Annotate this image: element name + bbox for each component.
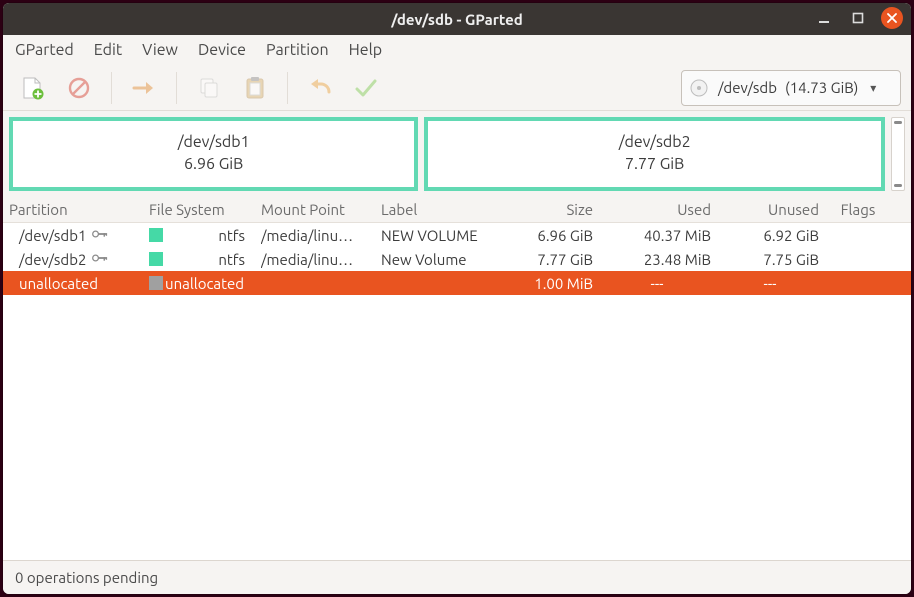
- fs-label: unallocated: [165, 275, 244, 292]
- menu-view[interactable]: View: [142, 41, 178, 59]
- menu-edit[interactable]: Edit: [94, 41, 122, 59]
- minimize-button[interactable]: [813, 7, 835, 29]
- delete-partition-button: [59, 70, 99, 106]
- col-size[interactable]: Size: [523, 201, 603, 218]
- table-row[interactable]: unallocated unallocated 1.00 MiB --- ---: [3, 271, 911, 295]
- menu-gparted[interactable]: GParted: [15, 41, 74, 59]
- label: New Volume: [381, 251, 523, 268]
- used: 40.37 MiB: [603, 227, 721, 244]
- copy-icon: [197, 76, 221, 100]
- menu-help[interactable]: Help: [349, 41, 383, 59]
- partition-block-name: /dev/sdb1: [178, 132, 250, 154]
- col-mountpoint[interactable]: Mount Point: [261, 201, 381, 218]
- mountpoint: /media/linu…: [261, 251, 381, 268]
- check-icon: [354, 77, 378, 99]
- unused: 7.75 GiB: [721, 251, 829, 268]
- close-button[interactable]: [881, 7, 903, 29]
- status-bar: 0 operations pending: [3, 560, 911, 594]
- lock-icon: [92, 228, 108, 242]
- fs-swatch: [149, 228, 163, 242]
- document-new-icon: [20, 76, 46, 100]
- used: 23.48 MiB: [603, 251, 721, 268]
- unused: ---: [721, 275, 829, 292]
- window-title: /dev/sdb - GParted: [391, 11, 523, 28]
- resize-arrow-icon: [131, 77, 157, 99]
- resize-move-button: [124, 70, 164, 106]
- disk-icon: [688, 78, 710, 98]
- map-scrollbar[interactable]: [891, 117, 905, 191]
- partition-block-size: 6.96 GiB: [184, 154, 243, 176]
- col-label[interactable]: Label: [381, 201, 523, 218]
- toolbar-separator: [287, 72, 288, 104]
- device-selector-size: (14.73 GiB): [785, 79, 858, 96]
- used: ---: [603, 275, 721, 292]
- toolbar: /dev/sdb (14.73 GiB) ▾: [3, 65, 911, 111]
- label: NEW VOLUME: [381, 227, 523, 244]
- undo-icon: [307, 78, 333, 98]
- size: 7.77 GiB: [523, 251, 603, 268]
- col-flags[interactable]: Flags: [829, 201, 905, 218]
- menu-partition[interactable]: Partition: [266, 41, 329, 59]
- partition-block-name: /dev/sdb2: [619, 132, 691, 154]
- menu-bar: GParted Edit View Device Partition Help: [3, 35, 911, 65]
- size: 6.96 GiB: [523, 227, 603, 244]
- col-used[interactable]: Used: [603, 201, 721, 218]
- paste-icon: [244, 76, 266, 100]
- apply-button: [346, 70, 386, 106]
- col-filesystem[interactable]: File System: [149, 201, 261, 218]
- partition-table: /dev/sdb1 ntfs /media/linu… NEW VOLUME 6…: [3, 223, 911, 560]
- col-unused[interactable]: Unused: [721, 201, 829, 218]
- prohibited-icon: [67, 76, 91, 100]
- undo-button: [300, 70, 340, 106]
- col-partition[interactable]: Partition: [9, 201, 149, 218]
- fs-label: ntfs: [169, 251, 251, 268]
- fs-label: ntfs: [169, 227, 251, 244]
- app-window: /dev/sdb - GParted GParted Edit View Dev…: [3, 3, 911, 594]
- status-text: 0 operations pending: [15, 569, 158, 586]
- titlebar: /dev/sdb - GParted: [3, 3, 911, 35]
- partition-map: /dev/sdb1 6.96 GiB /dev/sdb2 7.77 GiB: [3, 111, 911, 197]
- copy-button: [189, 70, 229, 106]
- new-partition-button[interactable]: [13, 70, 53, 106]
- unused: 6.92 GiB: [721, 227, 829, 244]
- paste-button: [235, 70, 275, 106]
- maximize-button[interactable]: [847, 7, 869, 29]
- lock-icon: [92, 252, 108, 266]
- partition-name: unallocated: [19, 275, 98, 292]
- chevron-down-icon: ▾: [870, 81, 876, 95]
- partition-block-size: 7.77 GiB: [625, 154, 684, 176]
- partition-block-sdb1[interactable]: /dev/sdb1 6.96 GiB: [9, 117, 418, 191]
- table-header: Partition File System Mount Point Label …: [3, 197, 911, 223]
- table-row[interactable]: /dev/sdb2 ntfs /media/linu… New Volume 7…: [3, 247, 911, 271]
- size: 1.00 MiB: [523, 275, 603, 292]
- window-controls: [813, 7, 903, 29]
- table-row[interactable]: /dev/sdb1 ntfs /media/linu… NEW VOLUME 6…: [3, 223, 911, 247]
- device-selector[interactable]: /dev/sdb (14.73 GiB) ▾: [681, 70, 901, 106]
- mountpoint: /media/linu…: [261, 227, 381, 244]
- toolbar-separator: [176, 72, 177, 104]
- partition-block-sdb2[interactable]: /dev/sdb2 7.77 GiB: [424, 117, 885, 191]
- toolbar-separator: [111, 72, 112, 104]
- fs-swatch: [149, 276, 163, 290]
- partition-name: /dev/sdb1: [19, 227, 86, 244]
- menu-device[interactable]: Device: [198, 41, 246, 59]
- device-selector-label: /dev/sdb: [718, 79, 777, 96]
- partition-name: /dev/sdb2: [19, 251, 86, 268]
- fs-swatch: [149, 252, 163, 266]
